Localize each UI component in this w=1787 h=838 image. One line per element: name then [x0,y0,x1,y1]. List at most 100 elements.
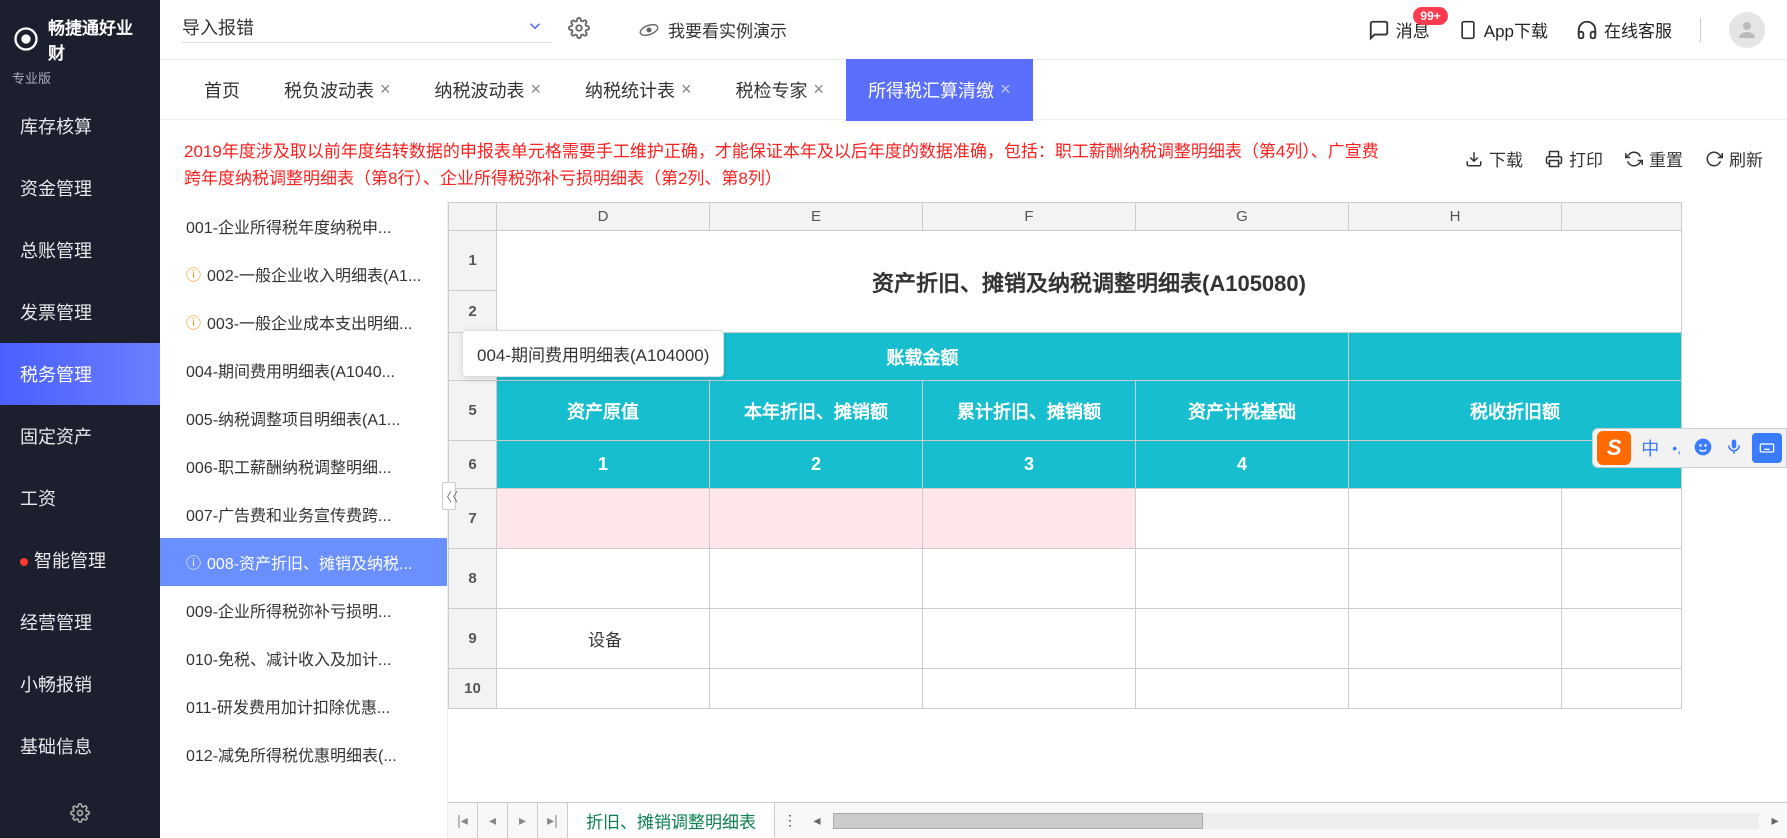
sidebar-item-7[interactable]: 智能管理 [0,529,160,591]
sidebar-item-5[interactable]: 固定资产 [0,405,160,467]
tab-5[interactable]: 所得税汇算清缴 × [846,59,1033,121]
chevron-down-icon[interactable] [526,17,544,38]
sheet-tab[interactable]: 折旧、摊销调整明细表 [568,803,775,838]
sidebar-item-10[interactable]: 基础信息 [0,715,160,777]
print-button[interactable]: 打印 [1545,146,1603,171]
brand-name: 畅捷通好业财 [48,14,148,64]
close-icon[interactable]: × [531,79,542,100]
sheet-next-icon[interactable]: ▸ [508,803,538,838]
notice-text: 2019年度涉及取以前年度结转数据的申报表单元格需要手工维护正确，才能保证本年及… [184,138,1384,192]
sheet-prev-icon[interactable]: ◂ [478,803,508,838]
edition-label: 专业版 [12,68,148,87]
ime-face-icon[interactable] [1690,437,1716,460]
sheet-last-icon[interactable]: ▸| [538,803,568,838]
tab-0[interactable]: 首页 [182,59,262,121]
tab-label: 首页 [204,77,240,103]
report-item-2[interactable]: ⓘ003-一般企业成本支出明细... [160,298,447,346]
sidebar-item-label: 税务管理 [20,365,92,385]
sidebar-item-9[interactable]: 小畅报销 [0,653,160,715]
ime-mic-icon[interactable] [1722,437,1746,460]
notice-bar: 2019年度涉及取以前年度结转数据的申报表单元格需要手工维护正确，才能保证本年及… [160,120,1787,202]
sidebar-item-0[interactable]: 库存核算 [0,95,160,157]
tab-1[interactable]: 税负波动表× [262,59,413,121]
sidebar-item-2[interactable]: 总账管理 [0,219,160,281]
ime-punct-icon[interactable]: •, [1669,440,1684,456]
sidebar-item-4[interactable]: 税务管理 [0,343,160,405]
sidebar-item-8[interactable]: 经营管理 [0,591,160,653]
refresh-icon [1705,150,1723,168]
reset-button[interactable]: 重置 [1625,146,1683,171]
tab-label: 所得税汇算清缴 [868,77,994,103]
messages-badge: 99+ [1413,7,1447,25]
scroll-track[interactable] [833,813,1759,829]
report-item-label: 007-广告费和业务宣传费跨... [186,502,391,526]
user-avatar[interactable] [1729,12,1765,48]
report-item-10[interactable]: 011-研发费用加计扣除优惠... [160,682,447,730]
search-input[interactable] [182,17,518,38]
close-icon[interactable]: × [380,79,391,100]
scroll-thumb[interactable] [833,813,1203,829]
tabs: 首页税负波动表×纳税波动表×纳税统计表×税检专家×所得税汇算清缴× [160,60,1787,120]
close-icon[interactable]: × [814,79,825,100]
report-item-label: 005-纳税调整项目明细表(A1... [186,406,400,430]
report-item-8[interactable]: 009-企业所得税弥补亏损明... [160,586,447,634]
ime-bar[interactable]: S 中 •, [1592,428,1787,468]
report-item-9[interactable]: 010-免税、减计收入及加计... [160,634,447,682]
sidebar: 畅捷通好业财 专业版 库存核算资金管理总账管理发票管理税务管理固定资产工资智能管… [0,0,160,838]
headset-icon [1576,19,1598,41]
sidebar-item-label: 小畅报销 [20,675,92,695]
tab-3[interactable]: 纳税统计表 × [563,59,714,121]
spreadsheet[interactable]: DEFGH1资产折旧、摊销及纳税调整明细表(A105080)24账载金额5资产原… [448,202,1787,802]
report-item-label: 009-企业所得税弥补亏损明... [186,598,391,622]
sidebar-item-3[interactable]: 发票管理 [0,281,160,343]
messages-button[interactable]: 消息 99+ [1368,17,1430,42]
report-item-1[interactable]: ⓘ002-一般企业收入明细表(A1... [160,250,447,298]
toolbar: 下载 打印 重置 刷新 [1465,138,1763,171]
sidebar-item-1[interactable]: 资金管理 [0,157,160,219]
report-item-label: 004-期间费用明细表(A1040... [186,358,395,382]
report-list: 001-企业所得税年度纳税申...ⓘ002-一般企业收入明细表(A1...ⓘ00… [160,202,448,838]
demo-link[interactable]: 我要看实例演示 [638,17,787,42]
ime-lang[interactable]: 中 [1637,435,1663,461]
close-icon[interactable]: × [681,79,692,100]
sheet-menu-icon[interactable]: ⋮ [775,812,805,829]
print-icon [1545,150,1563,168]
tab-label: 纳税波动表 [435,77,525,103]
ime-keyboard-icon[interactable] [1752,433,1782,463]
report-item-0[interactable]: 001-企业所得税年度纳税申... [160,202,447,250]
message-icon [1368,19,1390,41]
tab-2[interactable]: 纳税波动表 × [413,59,564,121]
sidebar-settings[interactable] [0,791,160,838]
tab-4[interactable]: 税检专家× [714,59,847,121]
report-item-7[interactable]: ⓘ008-资产折旧、摊销及纳税... [160,538,447,586]
topbar: 我要看实例演示 消息 99+ App下载 在线客服 [160,0,1787,60]
globe-icon [638,19,660,41]
sidebar-item-label: 固定资产 [20,427,92,447]
report-item-label: 008-资产折旧、摊销及纳税... [207,550,412,574]
collapse-handle[interactable]: 〈〈 [442,482,456,510]
tab-label: 纳税统计表 [585,77,675,103]
ime-logo-icon: S [1597,431,1631,465]
close-icon[interactable]: × [1000,79,1011,100]
sidebar-item-6[interactable]: 工资 [0,467,160,529]
sheet-first-icon[interactable]: |◂ [448,803,478,838]
scroll-left-icon[interactable]: ◂ [805,812,829,829]
download-label: App下载 [1484,17,1548,42]
search-wrap [182,17,552,43]
app-download-button[interactable]: App下载 [1458,17,1548,42]
report-item-11[interactable]: 012-减免所得税优惠明细表(... [160,730,447,778]
search-settings-icon[interactable] [568,17,590,42]
report-item-6[interactable]: 007-广告费和业务宣传费跨... [160,490,447,538]
horizontal-scrollbar[interactable]: ◂ ▸ [805,812,1787,829]
refresh-button[interactable]: 刷新 [1705,146,1763,171]
work-area: 001-企业所得税年度纳税申...ⓘ002-一般企业收入明细表(A1...ⓘ00… [160,202,1787,838]
report-item-3[interactable]: 004-期间费用明细表(A1040... [160,346,447,394]
report-item-4[interactable]: 005-纳税调整项目明细表(A1... [160,394,447,442]
scroll-right-icon[interactable]: ▸ [1763,812,1787,829]
sidebar-item-label: 库存核算 [20,117,92,137]
brand-header: 畅捷通好业财 专业版 [0,0,160,95]
report-item-5[interactable]: 006-职工薪酬纳税调整明细... [160,442,447,490]
download-button[interactable]: 下载 [1465,146,1523,171]
support-button[interactable]: 在线客服 [1576,17,1672,42]
demo-label: 我要看实例演示 [668,17,787,42]
